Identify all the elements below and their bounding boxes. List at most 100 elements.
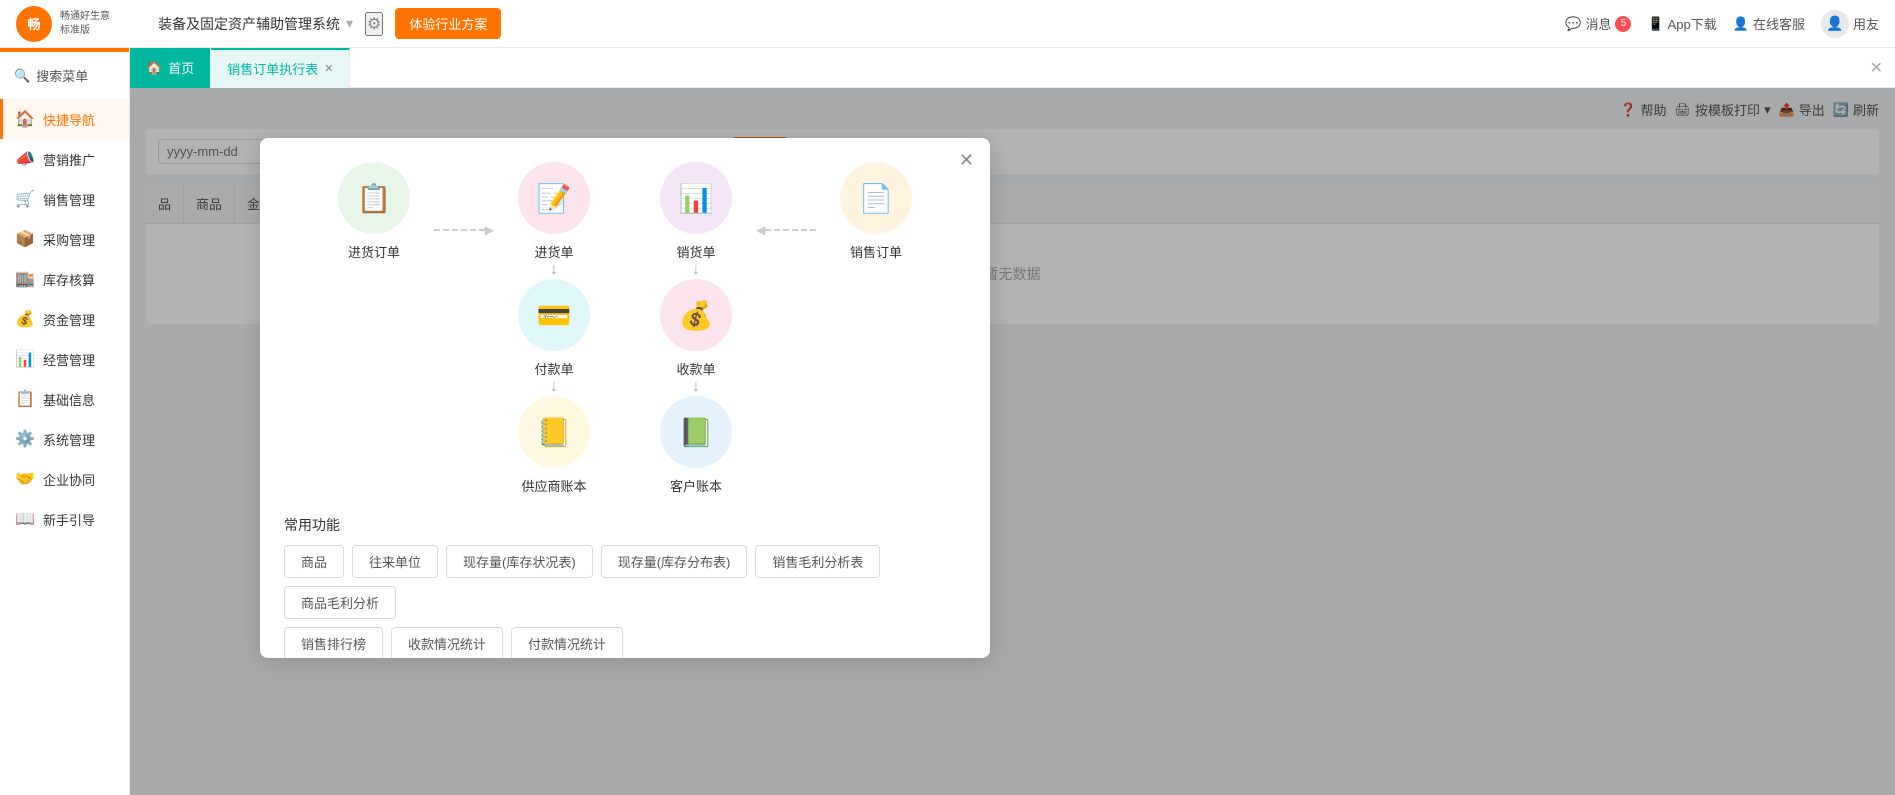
sales-order-icon: 📄 (859, 182, 894, 215)
func-buttons-row1: 商品往来单位现存量(库存状况表)现存量(库存分布表)销售毛利分析表商品毛利分析 (284, 545, 966, 619)
customer-label: 客户账本 (670, 476, 722, 495)
sidebar-item-label-marketing: 营销推广 (43, 150, 95, 169)
sidebar-nav: 🏠快捷导航📣营销推广 🛒 销售管理 📦 采购管理 🏬库存核算💰资金管理📊经营管理📋基础信息… (0, 99, 129, 539)
customer-icon: 📗 (679, 416, 714, 449)
tab-sales-order[interactable]: 销售订单执行表 ✕ (211, 48, 350, 88)
sidebar-item-label-newbie: 新手引导 (43, 510, 95, 529)
sidebar-item-icon-system: ⚙️ (15, 429, 35, 449)
sales-order-icon-circle: 📄 (840, 162, 912, 234)
purchase-bill-icon: 📝 (537, 182, 572, 215)
dropdown-arrow-icon[interactable]: ▾ (346, 15, 353, 32)
tab-home[interactable]: 🏠 首页 (130, 48, 211, 88)
spacer4 (756, 261, 816, 279)
flow-node-purchase-bill: 📝 进货单 (494, 162, 614, 261)
func-btn-往来单位[interactable]: 往来单位 (352, 545, 438, 578)
sidebar-item-sales[interactable]: 🛒 销售管理 (0, 179, 129, 219)
sidebar-item-purchase[interactable]: 📦 采购管理 (0, 219, 129, 259)
logo-icon: 畅 (16, 6, 52, 42)
down-arrow-sb: ↓ (636, 261, 756, 279)
message-button[interactable]: 💬 消息 5 (1565, 14, 1631, 33)
sidebar-item-icon-basic: 📋 (15, 389, 35, 409)
supplier-icon-circle: 📒 (518, 396, 590, 468)
top-bar-right: 💬 消息 5 📱 App下载 👤 在线客服 👤 用友 (1565, 10, 1879, 38)
sales-bill-icon: 📊 (679, 182, 714, 215)
spacer9 (756, 279, 816, 378)
tab-close-button[interactable]: ✕ (324, 62, 333, 75)
sidebar-item-enterprise[interactable]: 🤝企业协同 (0, 459, 129, 499)
sidebar-item-icon-enterprise: 🤝 (15, 469, 35, 489)
sales-order-label: 销售订单 (850, 242, 902, 261)
quick-guide-modal: ✕ 📋 进货订单 (260, 138, 990, 658)
search-menu-button[interactable]: 🔍 搜索菜单 (8, 60, 121, 91)
sp1 (314, 396, 434, 495)
online-service-button[interactable]: 👤 在线客服 (1733, 14, 1805, 33)
sidebar-item-operation[interactable]: 📊经营管理 (0, 339, 129, 379)
close-all-icon[interactable]: ✕ (1870, 60, 1883, 77)
func-buttons-row2: 销售排行榜收款情况统计付款情况统计 (284, 627, 966, 658)
sp5 (816, 396, 936, 495)
func-btn-销售毛利分析表[interactable]: 销售毛利分析表 (755, 545, 880, 578)
func-btn-现存量(库存状况表)[interactable]: 现存量(库存状况表) (446, 545, 593, 578)
sidebar-item-icon-operation: 📊 (15, 349, 35, 369)
tab-bar: 🏠 首页 销售订单执行表 ✕ ✕ (130, 48, 1895, 88)
sidebar-item-inventory[interactable]: 🏬库存核算 (0, 259, 129, 299)
page-content: ❓ 帮助 🖨 按模板打印 ▾ 📤 导出 🔄 刷新 (130, 88, 1895, 795)
purchase-bill-icon-circle: 📝 (518, 162, 590, 234)
sidebar-search-area: 🔍 搜索菜单 (0, 52, 129, 99)
sidebar-item-basic[interactable]: 📋基础信息 (0, 379, 129, 419)
purchase-order-icon-circle: 📋 (338, 162, 410, 234)
func-btn-收款情况统计[interactable]: 收款情况统计 (391, 627, 503, 658)
main-area: 🔍 搜索菜单 🏠快捷导航📣营销推广 🛒 销售管理 📦 采购管理 🏬库存核算💰资金管理📊经营… (0, 48, 1895, 795)
flow-row-3: 📒 供应商账本 📗 客户账本 (284, 396, 966, 495)
message-badge: 5 (1615, 16, 1631, 32)
content-area: 🏠 首页 销售订单执行表 ✕ ✕ ❓ 帮助 (130, 48, 1895, 795)
spacer3 (614, 261, 636, 279)
sp2 (434, 396, 494, 495)
sales-bill-icon-circle: 📊 (660, 162, 732, 234)
flow-diagram: 📋 进货订单 ▶ (284, 162, 966, 495)
sidebar-item-icon-sales: 🛒 (15, 189, 35, 209)
purchase-order-label: 进货订单 (348, 242, 400, 261)
common-functions: 常用功能 商品往来单位现存量(库存状况表)现存量(库存分布表)销售毛利分析表商品… (284, 515, 966, 658)
download-icon: 📱 (1647, 16, 1663, 32)
da-pay: ↓ (494, 378, 614, 396)
flow-node-sales-bill: 📊 销货单 (636, 162, 756, 261)
s5 (816, 378, 936, 396)
func-btn-商品毛利分析[interactable]: 商品毛利分析 (284, 586, 396, 619)
func-btn-现存量(库存分布表)[interactable]: 现存量(库存分布表) (601, 545, 748, 578)
sidebar-item-icon-inventory: 🏬 (15, 269, 35, 289)
sidebar-item-newbie[interactable]: 📖新手引导 (0, 499, 129, 539)
flow-node-customer: 📗 客户账本 (636, 396, 756, 495)
sidebar-item-marketing[interactable]: 📣营销推广 (0, 139, 129, 179)
modal-close-button[interactable]: ✕ (959, 150, 974, 171)
sidebar-item-label-sales: 销售管理 (43, 190, 95, 209)
spacer1 (314, 261, 434, 279)
modal-overlay[interactable]: ✕ 📋 进货订单 (130, 88, 1895, 795)
supplier-label: 供应商账本 (521, 476, 586, 495)
sidebar-item-finance[interactable]: 💰资金管理 (0, 299, 129, 339)
down-arrow-sales-bill-icon: ↓ (692, 261, 700, 278)
receipt-icon-circle: 💰 (660, 279, 732, 351)
sidebar-item-icon-purchase: 📦 (15, 229, 35, 249)
top-bar: 畅 畅通好生意标准版 装备及固定资产辅助管理系统 ▾ ⚙ 体验行业方案 💬 消息… (0, 0, 1895, 48)
sidebar-item-label-system: 系统管理 (43, 430, 95, 449)
da-receipt: ↓ (636, 378, 756, 396)
sidebar: 🔍 搜索菜单 🏠快捷导航📣营销推广 🛒 销售管理 📦 采购管理 🏬库存核算💰资金管理📊经营… (0, 48, 130, 795)
sidebar-item-quick-nav[interactable]: 🏠快捷导航 (0, 99, 129, 139)
system-title: 装备及固定资产辅助管理系统 ▾ (158, 14, 353, 34)
func-btn-销售排行榜[interactable]: 销售排行榜 (284, 627, 383, 658)
trial-button[interactable]: 体验行业方案 (395, 8, 501, 39)
payment-icon-circle: 💳 (518, 279, 590, 351)
app-download-button[interactable]: 📱 App下载 (1647, 14, 1716, 33)
service-icon: 👤 (1733, 16, 1749, 32)
tab-close-all[interactable]: ✕ (1870, 58, 1895, 78)
sidebar-item-system[interactable]: ⚙️ 系统管理 (0, 419, 129, 459)
user-menu-button[interactable]: 👤 用友 (1821, 10, 1879, 38)
func-btn-付款情况统计[interactable]: 付款情况统计 (511, 627, 623, 658)
flow-node-receipt: 💰 收款单 (636, 279, 756, 378)
sidebar-item-label-purchase: 采购管理 (43, 230, 95, 249)
settings-gear-button[interactable]: ⚙ (365, 12, 383, 36)
sidebar-item-icon-finance: 💰 (15, 309, 35, 329)
func-btn-商品[interactable]: 商品 (284, 545, 344, 578)
sp3 (614, 396, 636, 495)
